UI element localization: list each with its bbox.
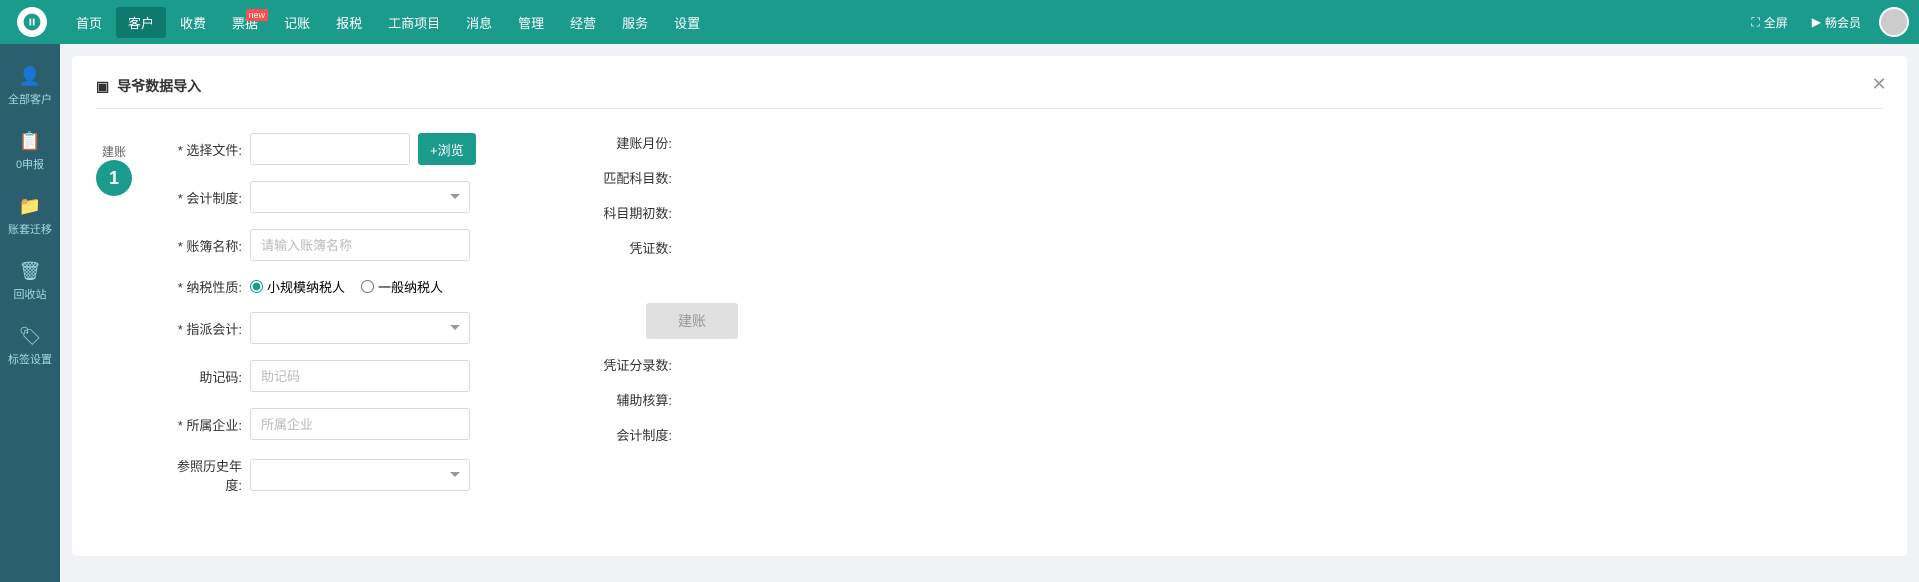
vip-button[interactable]: ▶ 畅会员	[1806, 10, 1867, 35]
nav-item-customer[interactable]: 客户	[116, 7, 166, 38]
ledger-name-input[interactable]	[250, 229, 470, 261]
nav-item-service[interactable]: 服务	[610, 7, 660, 38]
step-circle: 1	[96, 160, 132, 196]
nav-item-settings[interactable]: 设置	[662, 7, 712, 38]
sidebar-item-label: 回收站	[14, 286, 47, 302]
sidebar-item-account-migrate[interactable]: 📁 账套迁移	[0, 184, 60, 249]
history-year-label: 参照历史年度:	[162, 456, 242, 494]
ledger-name-row: * 账簿名称:	[162, 229, 542, 261]
file-input-row: +浏览	[250, 133, 476, 165]
top-navigation: 首页 客户 收费 票据 new 记账 报税 工商项目 消息 管理 经营 服务 设…	[0, 0, 1919, 44]
tax-radio-group: 小规模纳税人 一般纳税人	[250, 277, 443, 296]
assign-accountant-label: * 指派会计:	[162, 319, 242, 338]
memo-code-row: 助记码:	[162, 360, 542, 392]
create-month-row: 建账月份:	[582, 133, 802, 152]
aux-accounting-label: 辅助核算:	[582, 390, 672, 409]
close-button[interactable]: ✕	[1867, 72, 1891, 96]
sidebar-item-label: 全部客户	[8, 91, 52, 107]
dialog-card: ▣ 导爷数据导入 ✕ 建账 1 * 选择文件:	[72, 56, 1907, 556]
tax-general-radio[interactable]: 一般纳税人	[361, 277, 443, 296]
step-label: 建账	[102, 143, 126, 160]
subject-init-row: 科目期初数:	[582, 203, 802, 222]
nav-items: 首页 客户 收费 票据 new 记账 报税 工商项目 消息 管理 经营 服务 设…	[64, 7, 1745, 38]
fullscreen-icon: ⛶	[1751, 15, 1759, 30]
tags-icon: 🏷	[19, 326, 42, 347]
zero-filing-icon: 📋	[19, 131, 41, 152]
voucher-entries-row: 凭证分录数:	[582, 355, 802, 374]
create-account-button[interactable]: 建账	[646, 303, 738, 339]
memo-code-input[interactable]	[250, 360, 470, 392]
dialog-title: 导爷数据导入	[117, 76, 201, 96]
sidebar: 👤 全部客户 📋 0申报 📁 账套迁移 🗑 回收站 🏷 标签设置	[0, 44, 60, 582]
match-subjects-row: 匹配科目数:	[582, 168, 802, 187]
history-year-row: 参照历史年度:	[162, 456, 542, 494]
file-row: * 选择文件: +浏览	[162, 133, 542, 165]
tax-small-radio[interactable]: 小规模纳税人	[250, 277, 345, 296]
nav-item-tax[interactable]: 报税	[324, 7, 374, 38]
right-accounting-system-label: 会计制度:	[582, 425, 672, 444]
nav-item-business[interactable]: 工商项目	[376, 7, 452, 38]
company-label: * 所属企业:	[162, 415, 242, 434]
new-badge: new	[246, 9, 269, 21]
nav-item-bookkeeping[interactable]: 记账	[272, 7, 322, 38]
avatar[interactable]	[1879, 7, 1909, 37]
nav-item-manage[interactable]: 管理	[506, 7, 556, 38]
assign-accountant-select[interactable]	[250, 312, 470, 344]
ledger-name-label: * 账簿名称:	[162, 236, 242, 255]
nav-item-fee[interactable]: 收费	[168, 7, 218, 38]
nav-item-message[interactable]: 消息	[454, 7, 504, 38]
logo-icon	[17, 7, 47, 37]
form-left: 建账 1 * 选择文件: +浏览	[96, 133, 542, 494]
voucher-entries-label: 凭证分录数:	[582, 355, 672, 374]
accounting-system-row: * 会计制度:	[162, 181, 542, 213]
sidebar-item-tags[interactable]: 🏷 标签设置	[0, 314, 60, 379]
dialog-title-icon: ▣	[96, 78, 109, 95]
tax-type-row: * 纳税性质: 小规模纳税人 一般纳税人	[162, 277, 542, 296]
tax-type-label: * 纳税性质:	[162, 277, 242, 296]
dialog-header: ▣ 导爷数据导入	[96, 76, 1883, 109]
memo-code-label: 助记码:	[162, 367, 242, 386]
file-input[interactable]	[250, 133, 410, 165]
aux-accounting-row: 辅助核算:	[582, 390, 802, 409]
sidebar-item-zero-filing[interactable]: 📋 0申报	[0, 119, 60, 184]
vip-icon: ▶	[1812, 15, 1821, 29]
all-customers-icon: 👤	[19, 66, 41, 87]
voucher-count-label: 凭证数:	[582, 238, 672, 257]
history-year-select[interactable]	[250, 459, 470, 491]
tax-small-input[interactable]	[250, 280, 263, 293]
form-fields: * 选择文件: +浏览 * 会计制度:	[162, 133, 542, 494]
form-right: 建账月份: 匹配科目数: 科目期初数: 凭证数:	[582, 133, 802, 494]
fullscreen-button[interactable]: ⛶ 全屏	[1745, 10, 1793, 35]
app-logo	[10, 0, 54, 44]
nav-item-home[interactable]: 首页	[64, 7, 114, 38]
accounting-system-label: * 会计制度:	[162, 188, 242, 207]
sidebar-item-label: 0申报	[16, 156, 44, 172]
account-migrate-icon: 📁	[19, 196, 41, 217]
voucher-count-row: 凭证数:	[582, 238, 802, 257]
content-area: ▣ 导爷数据导入 ✕ 建账 1 * 选择文件:	[60, 44, 1919, 582]
main-layout: 👤 全部客户 📋 0申报 📁 账套迁移 🗑 回收站 🏷 标签设置 ▣ 导爷数据导…	[0, 44, 1919, 582]
recycle-icon: 🗑	[19, 261, 42, 282]
company-input[interactable]	[250, 408, 470, 440]
form-layout: 建账 1 * 选择文件: +浏览	[96, 133, 1883, 494]
match-subjects-label: 匹配科目数:	[582, 168, 672, 187]
assign-accountant-row: * 指派会计:	[162, 312, 542, 344]
browse-button[interactable]: +浏览	[418, 133, 476, 165]
sidebar-item-label: 标签设置	[8, 351, 52, 367]
create-month-label: 建账月份:	[582, 133, 672, 152]
nav-right: ⛶ 全屏 ▶ 畅会员	[1745, 7, 1909, 37]
sidebar-item-all-customers[interactable]: 👤 全部客户	[0, 54, 60, 119]
tax-general-input[interactable]	[361, 280, 374, 293]
company-row: * 所属企业:	[162, 408, 542, 440]
sidebar-item-label: 账套迁移	[8, 221, 52, 237]
step-indicator: 建账 1	[96, 133, 132, 494]
accounting-system-select[interactable]	[250, 181, 470, 213]
sidebar-item-recycle[interactable]: 🗑 回收站	[0, 249, 60, 314]
right-accounting-system-row: 会计制度:	[582, 425, 802, 444]
nav-item-invoice[interactable]: 票据 new	[220, 7, 270, 38]
subject-init-label: 科目期初数:	[582, 203, 672, 222]
nav-item-operation[interactable]: 经营	[558, 7, 608, 38]
file-label: * 选择文件:	[162, 140, 242, 159]
